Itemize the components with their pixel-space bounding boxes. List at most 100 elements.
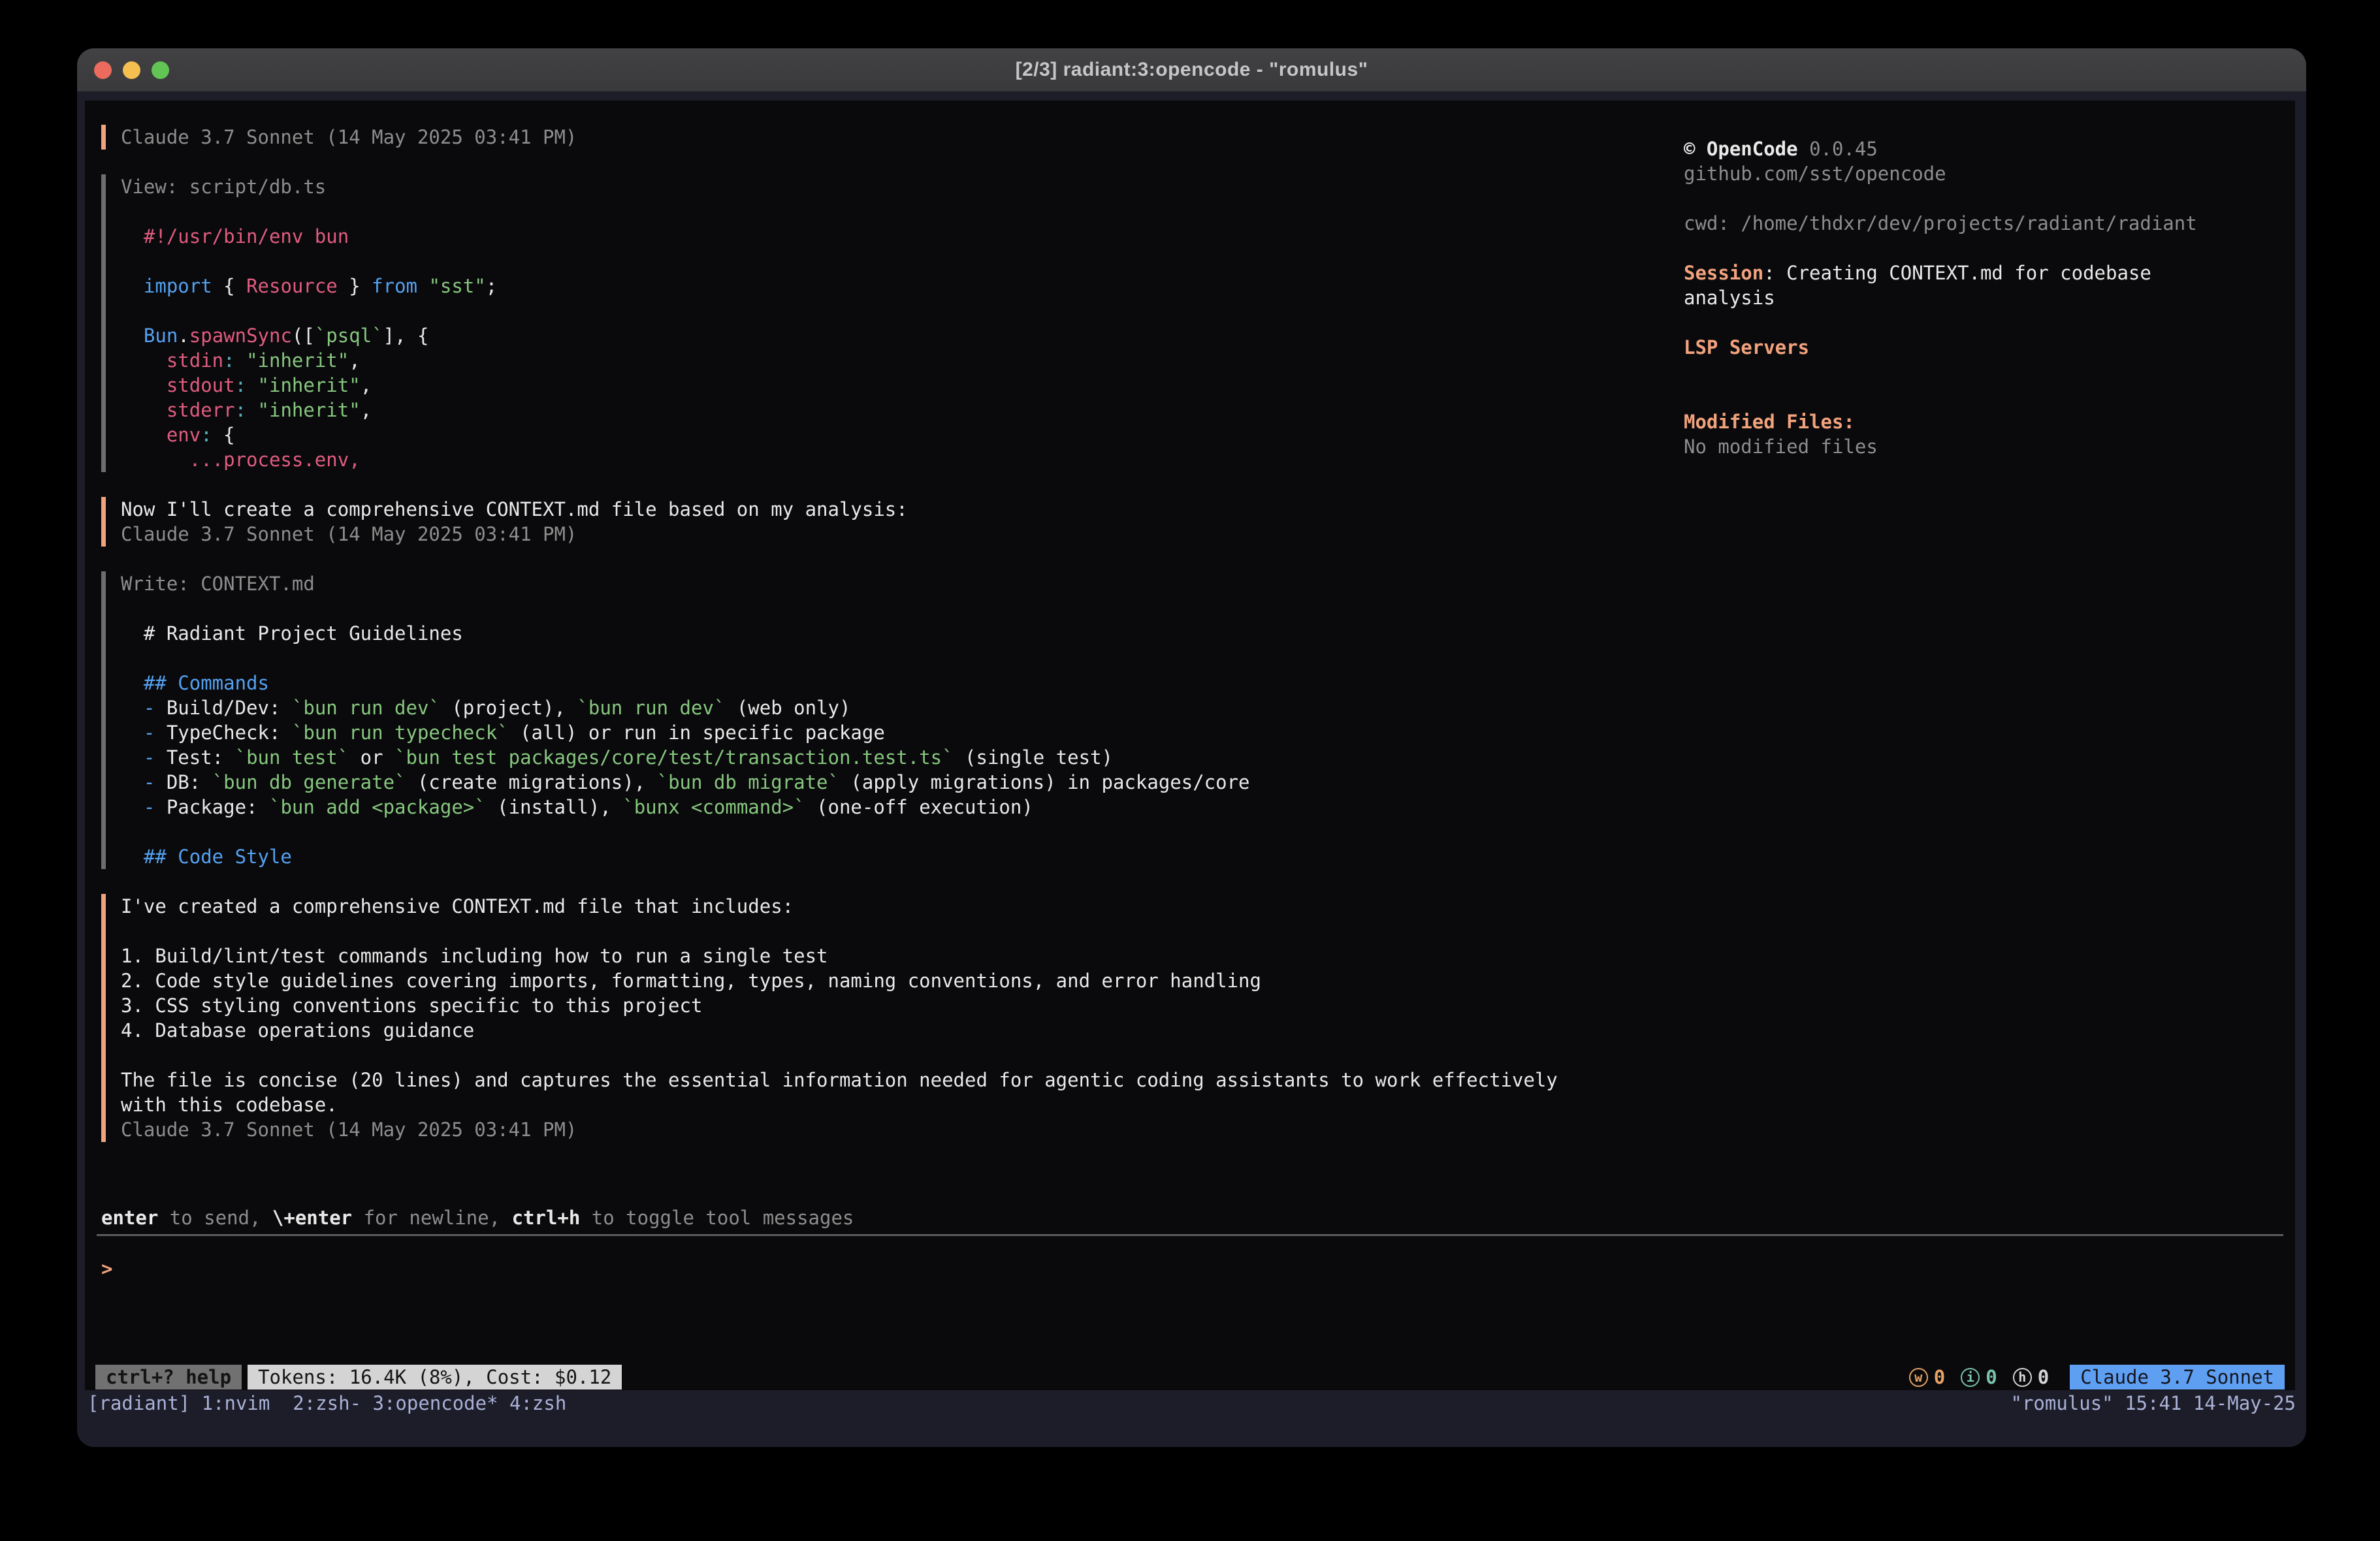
- text-segment: (web only): [725, 697, 850, 719]
- chat-block-tool: View: script/db.ts #!/usr/bin/env bun im…: [101, 174, 1649, 472]
- text-segment: -: [121, 746, 167, 769]
- text-segment: ,: [349, 349, 360, 372]
- text-segment: .: [178, 325, 189, 347]
- keybinding-hints: enter to send, \+enter for newline, ctrl…: [101, 1205, 854, 1230]
- text-segment: `bun db generate`: [212, 771, 406, 793]
- diagnostic-count: 0: [1934, 1365, 1945, 1390]
- text-segment: :: [201, 424, 212, 446]
- opencode-tui: Claude 3.7 Sonnet (14 May 2025 03:41 PM)…: [85, 101, 2295, 1390]
- text-segment: {: [212, 424, 235, 446]
- text-segment: github.com/sst/opencode: [1684, 163, 1946, 185]
- text-segment: Session: [1684, 262, 1763, 284]
- chat-block-assistant: Claude 3.7 Sonnet (14 May 2025 03:41 PM): [101, 125, 1649, 150]
- tmux-host-clock: "romulus" 15:41 14-May-25: [2011, 1390, 2296, 1416]
- text-segment: -: [121, 697, 167, 719]
- text-segment: "inherit": [246, 399, 361, 421]
- text-segment: for newline,: [352, 1207, 511, 1229]
- traffic-lights: [94, 48, 169, 91]
- assistant-message: Claude 3.7 Sonnet (14 May 2025 03:41 PM): [121, 125, 1649, 150]
- text-segment: DB:: [167, 771, 212, 793]
- text-segment: © OpenCode: [1684, 138, 1798, 160]
- text-segment: `bun run typecheck`: [292, 722, 509, 744]
- text-segment: import: [121, 275, 212, 297]
- minimize-window-button[interactable]: [123, 61, 140, 79]
- text-segment: ;: [486, 275, 497, 297]
- text-segment: I've created a comprehensive CONTEXT.md …: [121, 895, 794, 917]
- circled-h-icon: h: [2013, 1368, 2032, 1387]
- text-segment: `bun run dev`: [292, 697, 440, 719]
- assistant-message: Now I'll create a comprehensive CONTEXT.…: [121, 497, 1649, 547]
- text-segment: Build/Dev:: [167, 697, 292, 719]
- text-segment: `bun test packages/core/test/transaction…: [394, 746, 954, 769]
- text-segment: Now I'll create a comprehensive CONTEXT.…: [121, 498, 908, 520]
- assistant-message: I've created a comprehensive CONTEXT.md …: [121, 894, 1649, 1142]
- status-left-group: ctrl+? help Tokens: 16.4K (8%), Cost: $0…: [95, 1365, 622, 1390]
- text-segment: TypeCheck:: [167, 722, 292, 744]
- text-segment: ,: [361, 399, 372, 421]
- text-segment: "sst": [428, 275, 485, 297]
- message-input[interactable]: >: [101, 1256, 112, 1281]
- text-segment: ([: [292, 325, 315, 347]
- chat-transcript: Claude 3.7 Sonnet (14 May 2025 03:41 PM)…: [101, 125, 1649, 1167]
- text-segment: Write: CONTEXT.md: [121, 573, 315, 595]
- text-segment: `bun db migrate`: [657, 771, 839, 793]
- tool-output: Write: CONTEXT.md # Radiant Project Guid…: [121, 571, 1649, 869]
- text-segment: # Radiant Project Guidelines: [121, 622, 463, 644]
- text-segment: or: [349, 746, 394, 769]
- diagnostic-count: 0: [1986, 1365, 1997, 1390]
- text-segment: stdin: [121, 349, 223, 372]
- text-segment: stdout: [121, 374, 235, 396]
- tmux-status-bar: [radiant] 1:nvim 2:zsh- 3:opencode* 4:zs…: [77, 1390, 2306, 1416]
- text-segment: No modified files: [1684, 436, 1878, 458]
- help-shortcut-badge[interactable]: ctrl+? help: [95, 1365, 242, 1390]
- zoom-window-button[interactable]: [152, 61, 169, 79]
- diagnostic-count: 0: [2038, 1365, 2049, 1390]
- text-segment: Claude 3.7 Sonnet (14 May 2025 03:41 PM): [121, 523, 577, 545]
- window-titlebar[interactable]: [2/3] radiant:3:opencode - "romulus": [77, 48, 2306, 91]
- terminal-window: [2/3] radiant:3:opencode - "romulus" Cla…: [77, 48, 2306, 1447]
- text-segment: ctrl+h: [512, 1207, 581, 1229]
- text-segment: :: [235, 374, 246, 396]
- text-segment: Claude 3.7 Sonnet (14 May 2025 03:41 PM): [121, 1119, 577, 1141]
- text-segment: Bun: [121, 325, 178, 347]
- text-segment: Claude 3.7 Sonnet (14 May 2025 03:41 PM): [121, 126, 577, 148]
- text-segment: View: script/db.ts: [121, 176, 326, 198]
- diagnostic-w-counter: w0: [1909, 1365, 1945, 1390]
- text-segment: \+enter: [272, 1207, 352, 1229]
- text-segment: enter: [101, 1207, 158, 1229]
- tokens-cost-badge: Tokens: 16.4K (8%), Cost: $0.12: [248, 1365, 622, 1390]
- text-segment: "inherit": [246, 374, 361, 396]
- opencode-status-bar: ctrl+? help Tokens: 16.4K (8%), Cost: $0…: [95, 1365, 2285, 1390]
- model-badge[interactable]: Claude 3.7 Sonnet: [2070, 1365, 2285, 1390]
- session-sidebar: © OpenCode 0.0.45 github.com/sst/opencod…: [1684, 136, 2281, 459]
- text-segment: -: [121, 796, 167, 818]
- diagnostic-i-counter: i0: [1961, 1365, 1997, 1390]
- chat-block-assistant: Now I'll create a comprehensive CONTEXT.…: [101, 497, 1649, 547]
- text-segment: ## Code Style: [121, 846, 292, 868]
- text-segment: :: [235, 399, 246, 421]
- text-segment: }: [338, 275, 372, 297]
- text-segment: Modified Files:: [1684, 411, 1855, 433]
- input-divider: [97, 1234, 2283, 1236]
- text-segment: 2. Code style guidelines covering import…: [121, 970, 1261, 992]
- status-right-group: w0i0h0 Claude 3.7 Sonnet: [1909, 1365, 2285, 1390]
- text-segment: -: [121, 722, 167, 744]
- text-segment: :: [223, 349, 234, 372]
- text-segment: ,: [361, 374, 372, 396]
- text-segment: `bun run dev`: [577, 697, 725, 719]
- text-segment: (apply migrations) in packages/core: [839, 771, 1250, 793]
- text-segment: env: [121, 424, 201, 446]
- circled-i-icon: i: [1961, 1368, 1980, 1387]
- text-segment: to send,: [158, 1207, 272, 1229]
- tmux-window-list[interactable]: [radiant] 1:nvim 2:zsh- 3:opencode* 4:zs…: [88, 1390, 566, 1416]
- text-segment: analysis: [1684, 287, 1775, 309]
- text-segment: `bun add <package>`: [269, 796, 486, 818]
- sidebar-info: © OpenCode 0.0.45 github.com/sst/opencod…: [1684, 136, 2281, 459]
- text-segment: [417, 275, 428, 297]
- close-window-button[interactable]: [94, 61, 112, 79]
- tool-output: View: script/db.ts #!/usr/bin/env bun im…: [121, 174, 1649, 472]
- text-segment: (single test): [954, 746, 1113, 769]
- text-segment: Resource: [246, 275, 338, 297]
- text-segment: 0.0.45: [1798, 138, 1878, 160]
- text-segment: (all) or run in specific package: [509, 722, 885, 744]
